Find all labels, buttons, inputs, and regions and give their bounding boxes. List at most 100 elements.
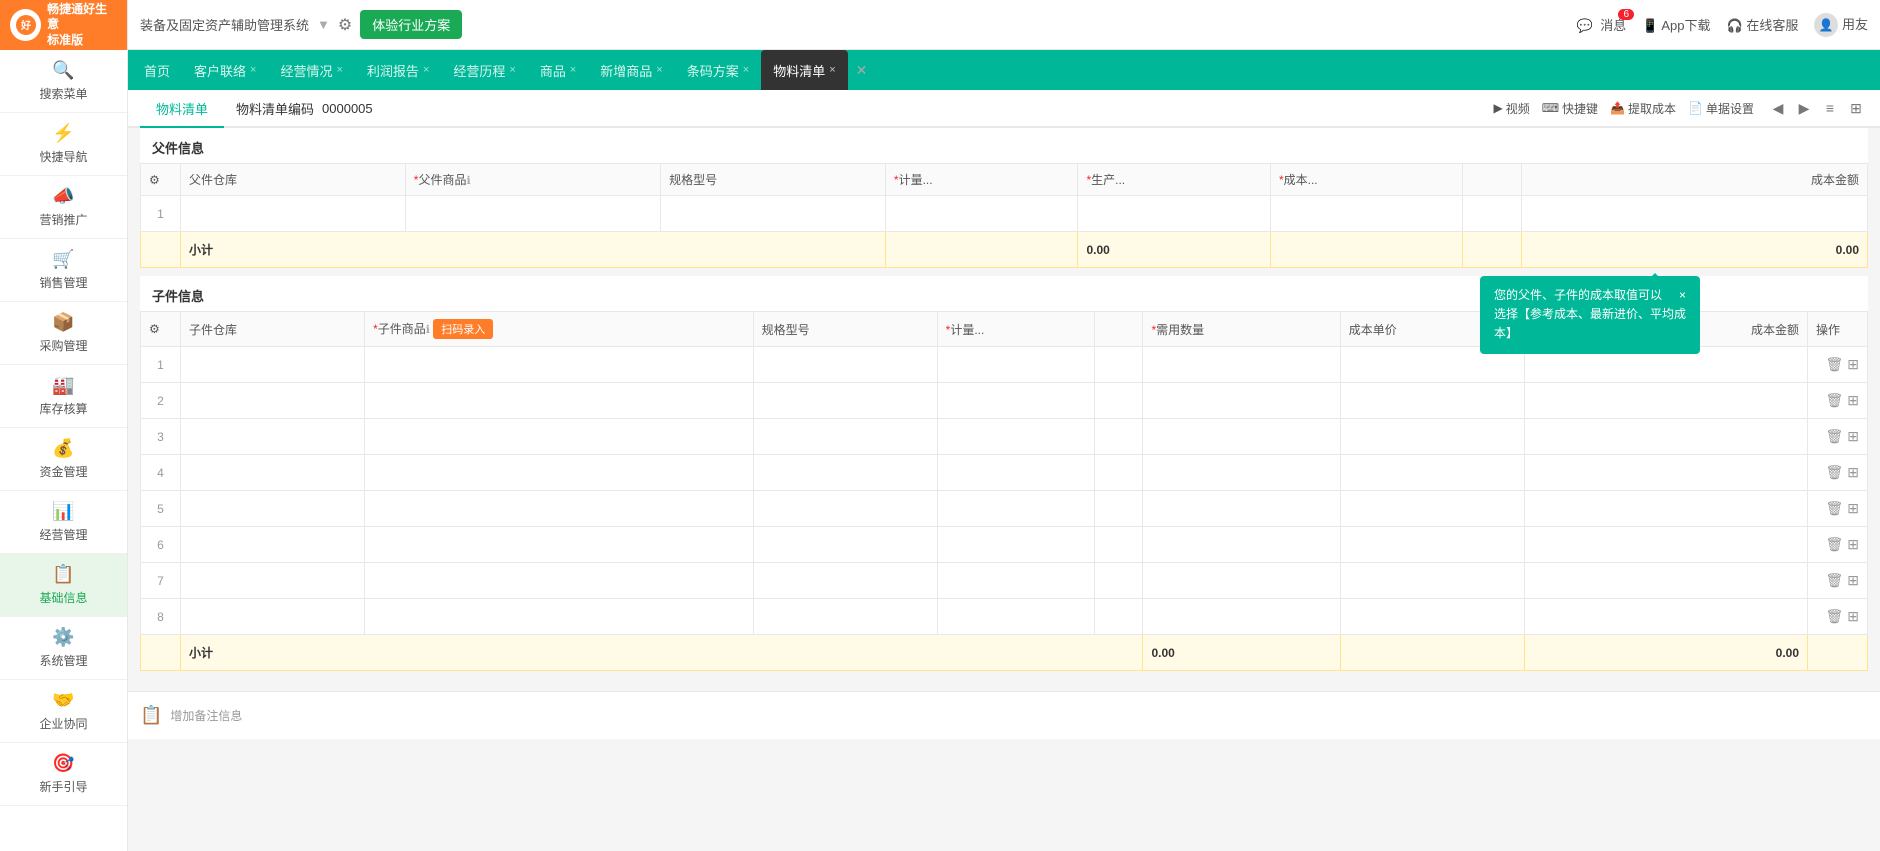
scan-button[interactable]: 扫码录入	[433, 319, 493, 339]
tab-goods[interactable]: 商品 ×	[528, 50, 588, 90]
tab-profit-report[interactable]: 利润报告 ×	[355, 50, 441, 90]
child-row-7-unit-cost[interactable]	[1340, 563, 1524, 599]
child-row-2-measure[interactable]	[937, 383, 1095, 419]
child-row-4-unit-cost[interactable]	[1340, 455, 1524, 491]
child-row-1-measure[interactable]	[937, 347, 1095, 383]
child-row-6-spec[interactable]	[753, 527, 937, 563]
child-row-8-warehouse[interactable]	[181, 599, 365, 635]
tab-bom[interactable]: 物料清单 ×	[761, 50, 847, 90]
child-row-1-quantity[interactable]	[1143, 347, 1340, 383]
copy-icon-7[interactable]: ⊞	[1847, 572, 1859, 589]
child-row-8-quantity[interactable]	[1143, 599, 1340, 635]
sub-tab-bom-list[interactable]: 物料清单	[140, 90, 224, 128]
child-row-7-warehouse[interactable]	[181, 563, 365, 599]
child-row-3-warehouse[interactable]	[181, 419, 365, 455]
sidebar-item-basic[interactable]: 📋 基础信息	[0, 554, 127, 617]
child-row-1-warehouse[interactable]	[181, 347, 365, 383]
child-row-2-quantity[interactable]	[1143, 383, 1340, 419]
parent-row-1-production[interactable]	[1078, 196, 1271, 232]
online-service[interactable]: 🎧 在线客服	[1727, 15, 1799, 34]
child-row-8-product[interactable]	[365, 599, 754, 635]
child-row-8-spec[interactable]	[753, 599, 937, 635]
child-row-3-spec[interactable]	[753, 419, 937, 455]
sidebar-item-finance[interactable]: 💰 资金管理	[0, 428, 127, 491]
child-row-8-measure[interactable]	[937, 599, 1095, 635]
parent-settings-icon[interactable]: ⚙	[149, 173, 160, 187]
delete-icon-4[interactable]: 🗑	[1825, 464, 1843, 481]
tab-ops-history[interactable]: 经营历程 ×	[441, 50, 527, 90]
view-action[interactable]: ▶ 视频	[1493, 100, 1529, 117]
copy-icon-1[interactable]: ⊞	[1847, 356, 1859, 373]
copy-icon-6[interactable]: ⊞	[1847, 536, 1859, 553]
tab-customer[interactable]: 客户联络 ×	[182, 50, 268, 90]
delete-icon-6[interactable]: 🗑	[1825, 536, 1843, 553]
tab-new-goods-close[interactable]: ×	[656, 64, 662, 76]
child-row-7-quantity[interactable]	[1143, 563, 1340, 599]
child-row-6-warehouse[interactable]	[181, 527, 365, 563]
shortcut-action[interactable]: ⌨ 快捷键	[1542, 100, 1598, 117]
child-row-1-spec[interactable]	[753, 347, 937, 383]
child-row-7-measure[interactable]	[937, 563, 1095, 599]
child-row-2-unit-cost[interactable]	[1340, 383, 1524, 419]
copy-icon-5[interactable]: ⊞	[1847, 500, 1859, 517]
dropdown-icon[interactable]: ▼	[317, 17, 330, 32]
sidebar-item-guide[interactable]: 🎯 新手引导	[0, 743, 127, 806]
child-row-2-spec[interactable]	[753, 383, 937, 419]
child-row-7-product[interactable]	[365, 563, 754, 599]
child-row-6-measure[interactable]	[937, 527, 1095, 563]
tab-customer-close[interactable]: ×	[250, 64, 256, 76]
message-badge-wrap[interactable]: 💬 6 消息	[1576, 15, 1626, 34]
child-row-5-measure[interactable]	[937, 491, 1095, 527]
delete-icon-5[interactable]: 🗑	[1825, 500, 1843, 517]
sidebar-item-corp[interactable]: 🤝 企业协同	[0, 680, 127, 743]
child-row-6-quantity[interactable]	[1143, 527, 1340, 563]
parent-th-settings[interactable]: ⚙	[141, 164, 181, 196]
tab-ops-status-close[interactable]: ×	[336, 64, 342, 76]
delete-icon-7[interactable]: 🗑	[1825, 572, 1843, 589]
child-row-6-unit-cost[interactable]	[1340, 527, 1524, 563]
child-row-2-warehouse[interactable]	[181, 383, 365, 419]
extract-cost-action[interactable]: 📤 提取成本	[1610, 100, 1676, 117]
sidebar-item-quicknav[interactable]: ⚡ 快捷导航	[0, 113, 127, 176]
child-th-settings[interactable]: ⚙	[141, 312, 181, 347]
copy-icon-4[interactable]: ⊞	[1847, 464, 1859, 481]
tab-barcode[interactable]: 条码方案 ×	[675, 50, 761, 90]
parent-row-1-warehouse[interactable]	[181, 196, 406, 232]
sidebar-item-purchase[interactable]: 📦 采购管理	[0, 302, 127, 365]
sidebar-item-sales[interactable]: 🛒 销售管理	[0, 239, 127, 302]
nav-next-btn[interactable]: ▶	[1792, 96, 1816, 120]
child-row-3-quantity[interactable]	[1143, 419, 1340, 455]
nav-prev-btn[interactable]: ◀	[1766, 96, 1790, 120]
child-row-3-measure[interactable]	[937, 419, 1095, 455]
tab-profit-report-close[interactable]: ×	[423, 64, 429, 76]
child-row-4-product[interactable]	[365, 455, 754, 491]
child-row-3-unit-cost[interactable]	[1340, 419, 1524, 455]
child-row-5-spec[interactable]	[753, 491, 937, 527]
single-settings-action[interactable]: 📄 单据设置	[1688, 100, 1754, 117]
child-row-1-product[interactable]	[365, 347, 754, 383]
child-row-5-product[interactable]	[365, 491, 754, 527]
parent-row-1-product[interactable]	[405, 196, 660, 232]
tab-bom-close[interactable]: ×	[829, 64, 835, 76]
child-row-4-quantity[interactable]	[1143, 455, 1340, 491]
parent-row-1-spec[interactable]	[661, 196, 886, 232]
user-area[interactable]: 👤 用友	[1814, 13, 1868, 37]
delete-icon-8[interactable]: 🗑	[1825, 608, 1843, 625]
close-all-tabs[interactable]: ✕	[848, 62, 876, 79]
delete-icon-1[interactable]: 🗑	[1825, 356, 1843, 373]
tab-ops-status[interactable]: 经营情况 ×	[268, 50, 354, 90]
child-row-2-product[interactable]	[365, 383, 754, 419]
child-row-4-measure[interactable]	[937, 455, 1095, 491]
copy-icon-3[interactable]: ⊞	[1847, 428, 1859, 445]
child-row-4-spec[interactable]	[753, 455, 937, 491]
sidebar-item-search[interactable]: 🔍 搜索菜单	[0, 50, 127, 113]
copy-icon-8[interactable]: ⊞	[1847, 608, 1859, 625]
child-row-3-product[interactable]	[365, 419, 754, 455]
sidebar-item-marketing[interactable]: 📣 营销推广	[0, 176, 127, 239]
sidebar-item-system[interactable]: ⚙️ 系统管理	[0, 617, 127, 680]
tab-new-goods[interactable]: 新增商品 ×	[588, 50, 674, 90]
child-row-5-quantity[interactable]	[1143, 491, 1340, 527]
tab-ops-history-close[interactable]: ×	[509, 64, 515, 76]
tab-goods-close[interactable]: ×	[570, 64, 576, 76]
app-download[interactable]: 📱 App下载	[1642, 15, 1710, 34]
